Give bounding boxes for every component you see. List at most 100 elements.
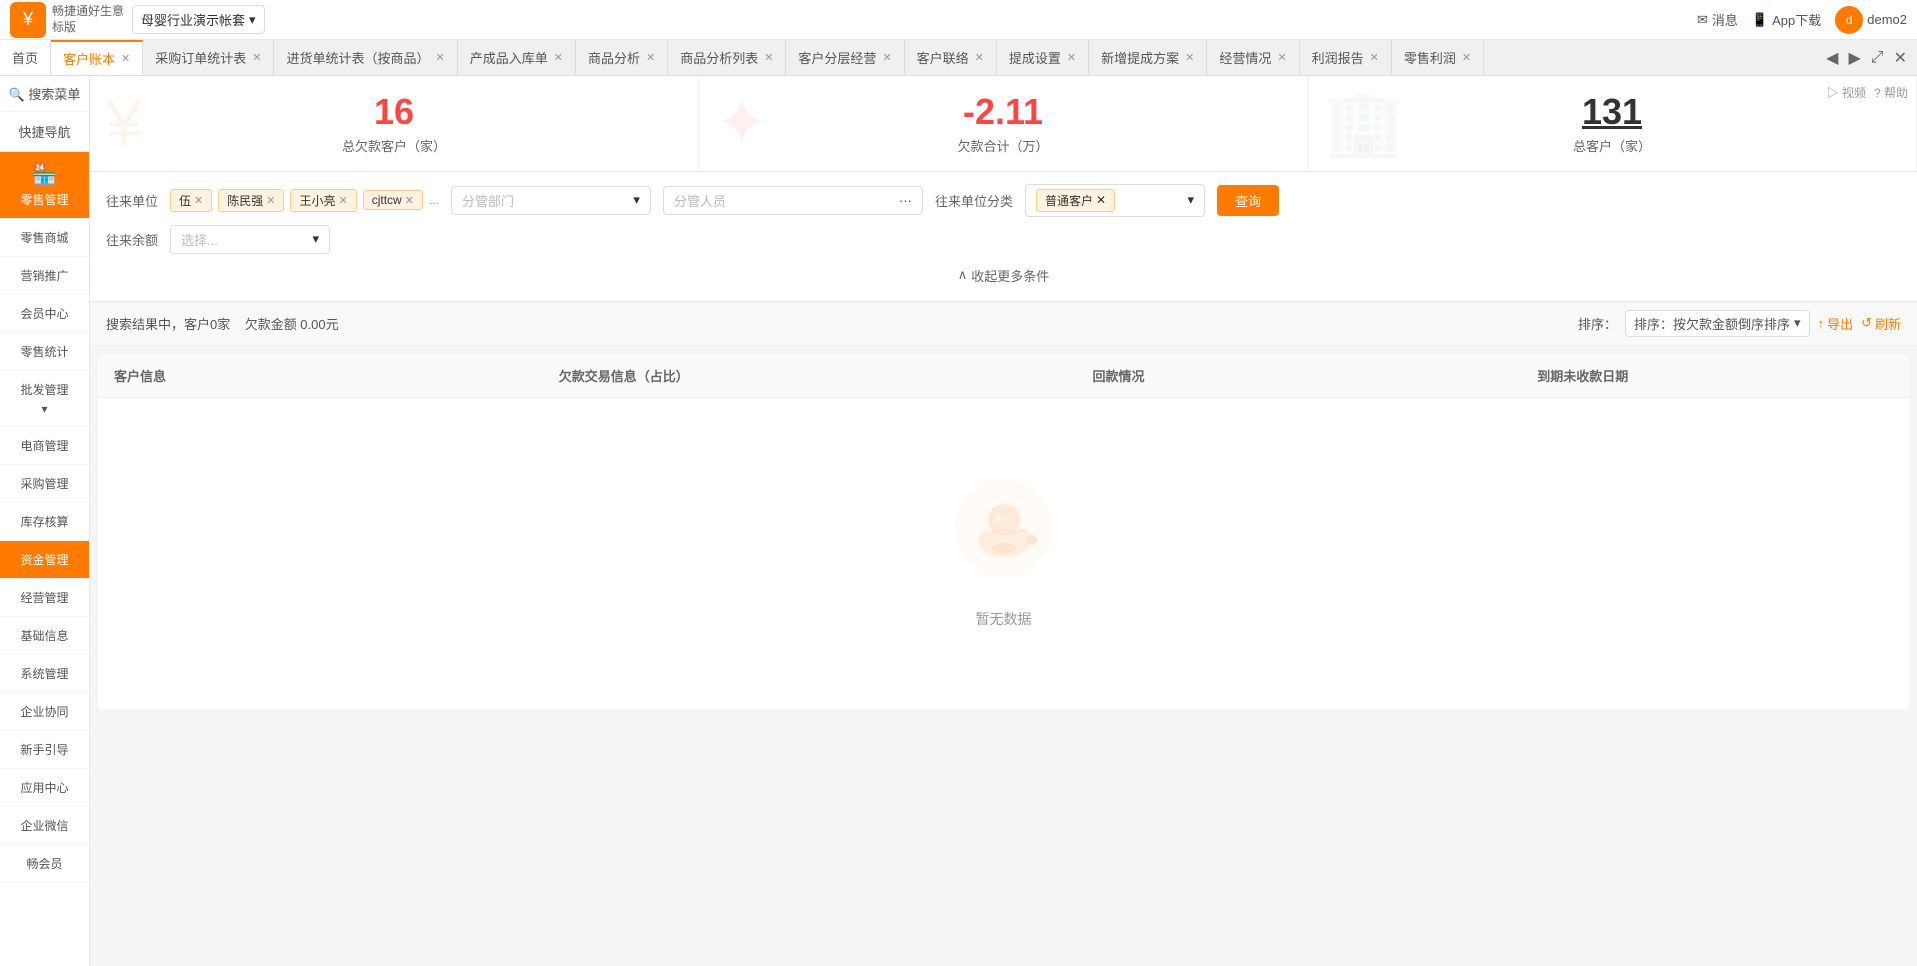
nav-tabs: 首页 客户账本 ✕ 采购订单统计表 ✕ 进货单统计表（按商品） ✕ 产成品入库单… [0,40,1917,76]
tag-close-icon[interactable]: ✕ [194,194,203,207]
tab-close-icon[interactable]: ✕ [1370,51,1379,64]
tab-business-situation[interactable]: 经营情况 ✕ [1207,40,1299,76]
sidebar-item-purchase[interactable]: 采购管理 [0,465,89,503]
sidebar-search[interactable]: 🔍 搜索菜单 [0,76,89,112]
video-button[interactable]: ▷ 视频 [1827,84,1866,101]
stat-credit-customers: ¥ 16 总欠款客户（家） [90,76,699,171]
sidebar-quick-nav[interactable]: 快捷导航 [0,112,89,152]
tab-close-icon[interactable]: ✕ [252,51,261,64]
result-summary: 搜索结果中，客户0家 欠款金额 0.00元 [106,314,339,333]
sidebar-item-basic-info[interactable]: 基础信息 [0,617,89,655]
tab-product-analysis-list[interactable]: 商品分析列表 ✕ [668,40,786,76]
app-download-button[interactable]: 📱 App下载 [1752,10,1821,29]
credit-total-bg-icon: ✦ [715,86,769,161]
tab-close-icon[interactable]: ✕ [1067,51,1076,64]
video-help-area: ▷ 视频 ? 帮助 [1827,84,1908,101]
filter-tag-cjttcw[interactable]: cjttcw ✕ [363,190,423,210]
unit-type-tag: 普通客户 ✕ [1036,189,1115,212]
sidebar-item-retail-management[interactable]: 🏪 零售管理 [0,152,89,219]
balance-select[interactable]: 选择... ▾ [170,225,330,254]
sidebar-item-enterprise-collab[interactable]: 企业协同 [0,693,89,731]
sidebar-item-beginner-guide[interactable]: 新手引导 [0,731,89,769]
tab-scroll-left-icon[interactable]: ◀ [1822,46,1842,70]
user-menu[interactable]: d demo2 [1835,6,1907,34]
person-select[interactable]: 分管人员 ··· [663,186,923,215]
sidebar-item-wholesale[interactable]: 批发管理 ▾ [0,371,89,427]
sidebar-item-finance[interactable]: 资金管理 [0,541,89,579]
credit-total-label: 欠款合计（万） [957,136,1048,155]
unit-label: 往来单位 [106,191,158,210]
sidebar-item-management[interactable]: 经营管理 [0,579,89,617]
tab-close-icon[interactable]: ✕ [646,51,655,64]
tag-close-icon[interactable]: ✕ [266,194,275,207]
tab-close-icon[interactable]: ✕ [121,52,130,65]
col-header-date: 到期未收款日期 [1537,366,1893,385]
filter-tag-wu[interactable]: 伍 ✕ [170,189,212,212]
tab-product-analysis[interactable]: 商品分析 ✕ [576,40,668,76]
tab-close-icon[interactable]: ✕ [1277,51,1286,64]
tab-close-icon[interactable]: ✕ [975,51,984,64]
main-layout: 🔍 搜索菜单 快捷导航 🏪 零售管理 零售商城 营销推广 会员中心 零售统计 批… [0,76,1917,966]
collapse-button[interactable]: ∧ 收起更多条件 [958,262,1050,289]
unit-type-tag-close-icon[interactable]: ✕ [1096,193,1106,207]
tab-close-icon[interactable]: ✕ [554,51,563,64]
tag-close-icon[interactable]: ✕ [339,194,348,207]
chevron-down-small-icon: ▾ [41,402,47,416]
tab-profit-report[interactable]: 利润报告 ✕ [1300,40,1392,76]
sidebar-item-enterprise-wechat[interactable]: 企业微信 [0,807,89,845]
sidebar-item-retail-stats[interactable]: 零售统计 [0,333,89,371]
sidebar-item-retail-mall[interactable]: 零售商城 [0,219,89,257]
tab-close-icon[interactable]: ✕ [882,51,891,64]
logo-area: ¥ 畅捷通好生意 标版 [10,2,124,38]
sort-label: 排序： [1578,314,1617,333]
help-button[interactable]: ? 帮助 [1874,84,1908,101]
tab-produced-instock[interactable]: 产成品入库单 ✕ [458,40,576,76]
tab-commission-settings[interactable]: 提成设置 ✕ [997,40,1089,76]
sidebar-item-app-center[interactable]: 应用中心 [0,769,89,807]
tab-customer-contact[interactable]: 客户联络 ✕ [905,40,997,76]
unit-type-label: 往来单位分类 [935,191,1013,210]
tab-new-commission-plan[interactable]: 新增提成方案 ✕ [1089,40,1207,76]
tab-close-all-icon[interactable]: ✕ [1890,46,1911,70]
empty-icon [954,478,1054,597]
sort-select[interactable]: 排序：按欠款金额倒序排序 ▾ [1625,310,1810,337]
filter-more[interactable]: ... [429,193,439,207]
retail-icon: 🏪 [32,162,57,187]
filter-row-2: 往来余额 选择... ▾ [106,225,1901,254]
tag-close-icon[interactable]: ✕ [405,194,414,207]
tab-close-icon[interactable]: ✕ [436,51,445,64]
tab-purchase-stats-by-product[interactable]: 进货单统计表（按商品） ✕ [274,40,457,76]
table-header: 客户信息 欠款交易信息（占比） 回款情况 到期未收款日期 [98,354,1909,398]
tab-close-icon[interactable]: ✕ [1185,51,1194,64]
tab-purchase-order-stats[interactable]: 采购订单统计表 ✕ [143,40,274,76]
export-button[interactable]: ↑ 导出 [1818,314,1854,333]
dept-chevron-icon: ▾ [633,192,640,208]
unit-type-select[interactable]: 普通客户 ✕ ▾ [1025,184,1205,217]
tab-close-icon[interactable]: ✕ [1462,51,1471,64]
tab-customer-tier[interactable]: 客户分层经营 ✕ [786,40,904,76]
tab-expand-icon[interactable]: ⤢ [1867,47,1888,69]
filter-tag-wangxiaoliang[interactable]: 王小亮 ✕ [290,189,356,212]
message-button[interactable]: ✉ 消息 [1697,10,1738,29]
store-selector[interactable]: 母婴行业演示帐套 ▾ [132,5,265,34]
sidebar-item-chang-member[interactable]: 畅会员 [0,845,89,883]
chevron-down-icon: ▾ [249,12,256,28]
tab-close-icon[interactable]: ✕ [764,51,773,64]
dept-select[interactable]: 分管部门 ▾ [451,186,651,215]
tab-customer-ledger[interactable]: 客户账本 ✕ [51,40,143,76]
refresh-icon: ↺ [1861,315,1872,331]
sidebar-item-inventory[interactable]: 库存核算 [0,503,89,541]
sidebar-item-system[interactable]: 系统管理 [0,655,89,693]
sidebar-item-ecommerce[interactable]: 电商管理 [0,427,89,465]
balance-chevron-icon: ▾ [312,231,319,247]
refresh-button[interactable]: ↺ 刷新 [1861,314,1901,333]
balance-label: 往来余额 [106,230,158,249]
tab-scroll-right-icon[interactable]: ▶ [1844,46,1864,70]
filter-tag-chenminqiang[interactable]: 陈民强 ✕ [218,189,284,212]
top-bar-left: ¥ 畅捷通好生意 标版 母婴行业演示帐套 ▾ [10,2,265,38]
sidebar-item-marketing[interactable]: 营销推广 [0,257,89,295]
query-button[interactable]: 查询 [1217,185,1279,216]
tab-home[interactable]: 首页 [0,40,51,76]
sidebar-item-member-center[interactable]: 会员中心 [0,295,89,333]
tab-retail-profit[interactable]: 零售利润 ✕ [1392,40,1484,76]
